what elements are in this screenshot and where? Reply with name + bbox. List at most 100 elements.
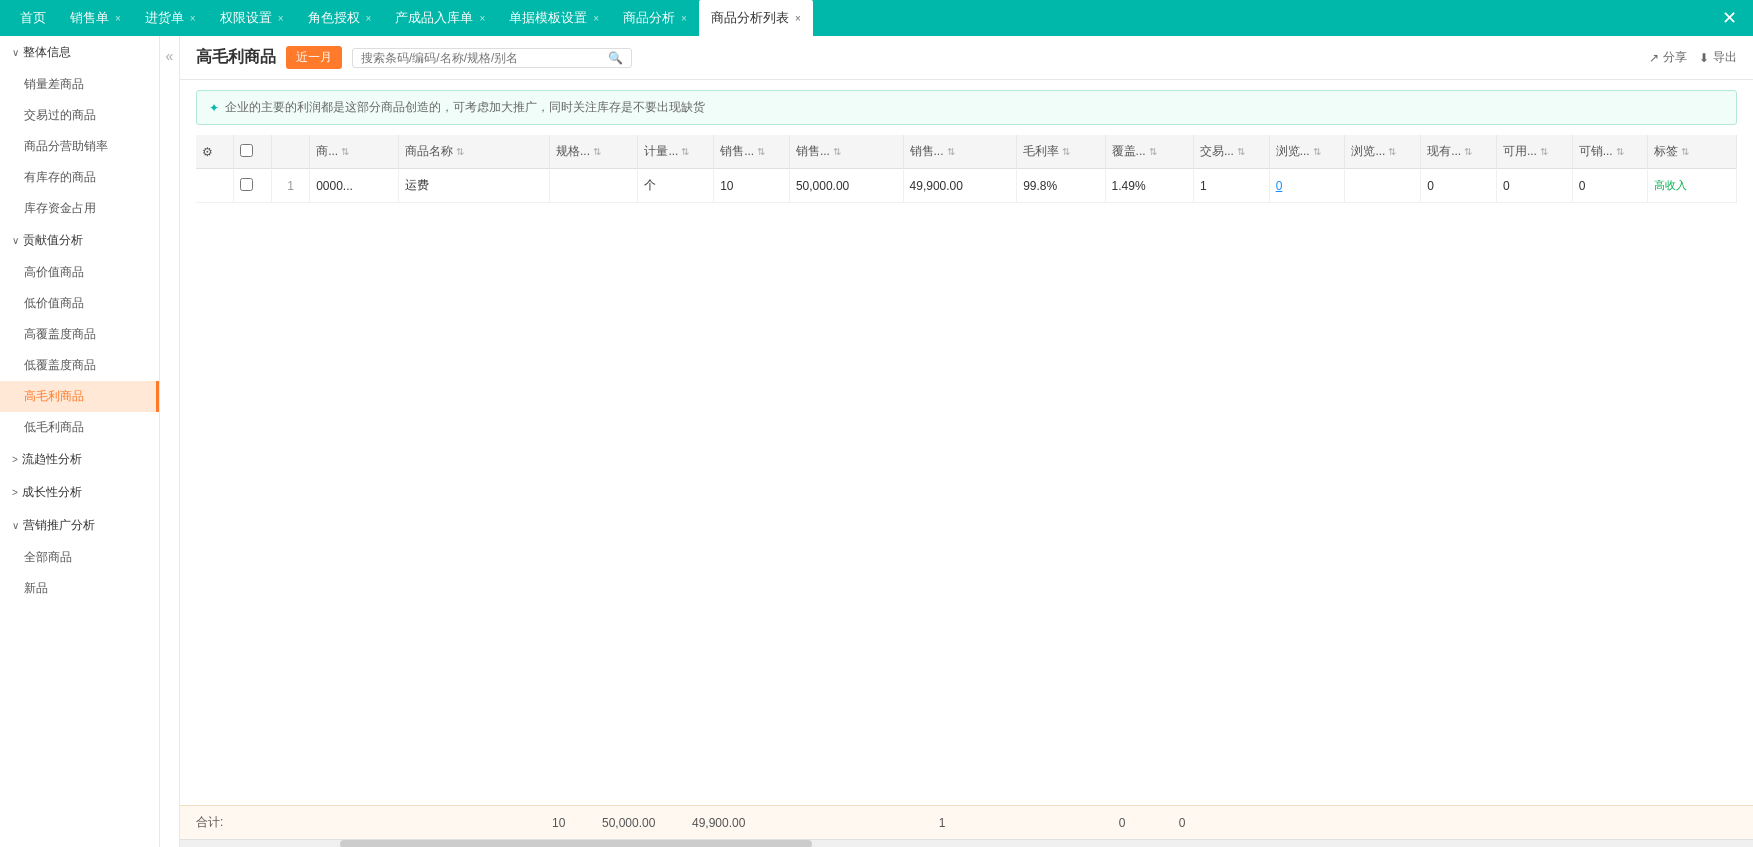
col-header-coverage: 覆盖...⇅	[1105, 135, 1193, 169]
sort-icon[interactable]: ⇅	[833, 146, 841, 157]
col-label: 销售...	[910, 143, 944, 160]
nav-close-icon[interactable]: ×	[278, 13, 284, 24]
sidebar-item-交易过的商品[interactable]: 交易过的商品	[0, 100, 159, 131]
collapse-sidebar-button[interactable]: «	[160, 36, 180, 847]
nav-close-icon[interactable]: ×	[681, 13, 687, 24]
sidebar-group-整体信息[interactable]: ∨整体信息	[0, 36, 159, 69]
chevron-icon: >	[12, 487, 18, 498]
sort-icon[interactable]: ⇅	[1388, 146, 1396, 157]
col-label: 交易...	[1200, 143, 1234, 160]
nav-close-icon[interactable]: ×	[795, 13, 801, 24]
col-label: 计量...	[644, 143, 678, 160]
data-table: ⚙商...⇅商品名称⇅规格...⇅计量...⇅销售...⇅销售...⇅销售...…	[196, 135, 1737, 203]
sidebar-item-低价值商品[interactable]: 低价值商品	[0, 288, 159, 319]
nav-item-角色授权[interactable]: 角色授权×	[296, 0, 384, 36]
sidebar-item-销量差商品[interactable]: 销量差商品	[0, 69, 159, 100]
sort-icon[interactable]: ⇅	[947, 146, 955, 157]
sidebar-group-营销推广分析[interactable]: ∨营销推广分析	[0, 509, 159, 542]
filter-period-button[interactable]: 近一月	[286, 46, 342, 69]
horizontal-scrollbar[interactable]	[180, 839, 1753, 847]
group-label: 成长性分析	[22, 484, 82, 501]
browse-link[interactable]: 0	[1276, 179, 1283, 193]
footer-totals-bar: 合计:1050,000.0049,900.00100	[180, 805, 1753, 839]
sort-icon[interactable]: ⇅	[1149, 146, 1157, 157]
nav-item-产成品入库单[interactable]: 产成品入库单×	[383, 0, 497, 36]
footer-cell-sales_qty: 10	[511, 816, 571, 830]
table-row: 10000...运费个1050,000.0049,900.0099.8%1.49…	[196, 169, 1737, 203]
nav-close-icon[interactable]: ×	[190, 13, 196, 24]
sidebar-item-商品分营助销率[interactable]: 商品分营助销率	[0, 131, 159, 162]
search-icon[interactable]: 🔍	[608, 51, 623, 65]
col-label: 商...	[316, 143, 338, 160]
sort-icon[interactable]: ⇅	[1540, 146, 1548, 157]
sort-icon[interactable]: ⇅	[681, 146, 689, 157]
select-all-checkbox[interactable]	[240, 144, 253, 157]
nav-close-icon[interactable]: ×	[479, 13, 485, 24]
sort-icon[interactable]: ⇅	[1062, 146, 1070, 157]
col-header-sales_qty: 销售...⇅	[714, 135, 790, 169]
window-close-button[interactable]: ✕	[1714, 7, 1745, 29]
cell-gross_rate: 99.8%	[1017, 169, 1105, 203]
sidebar-group-成长性分析[interactable]: > 成长性分析	[0, 476, 159, 509]
cell-sales_qty: 10	[714, 169, 790, 203]
share-button[interactable]: ↗ 分享	[1649, 49, 1687, 66]
sidebar-item-低覆盖度商品[interactable]: 低覆盖度商品	[0, 350, 159, 381]
col-label: 规格...	[556, 143, 590, 160]
search-input[interactable]	[361, 51, 608, 65]
sidebar-item-低毛利商品[interactable]: 低毛利商品	[0, 412, 159, 443]
sidebar-item-高价值商品[interactable]: 高价值商品	[0, 257, 159, 288]
sort-icon[interactable]: ⇅	[593, 146, 601, 157]
sort-icon[interactable]: ⇅	[1313, 146, 1321, 157]
col-header-browse2: 浏览...⇅	[1345, 135, 1421, 169]
nav-item-销售单[interactable]: 销售单×	[58, 0, 133, 36]
sort-icon[interactable]: ⇅	[1616, 146, 1624, 157]
row-checkbox[interactable]	[240, 178, 253, 191]
info-banner-text: 企业的主要的利润都是这部分商品创造的，可考虑加大推广，同时关注库存是不要出现缺货	[225, 99, 705, 116]
sort-icon[interactable]: ⇅	[1681, 146, 1689, 157]
col-header-browse1: 浏览...⇅	[1269, 135, 1345, 169]
chevron-icon: >	[12, 454, 18, 465]
nav-item-商品分析列表[interactable]: 商品分析列表×	[699, 0, 813, 36]
nav-item-首页[interactable]: 首页	[8, 0, 58, 36]
col-header-sales_profit: 销售...⇅	[903, 135, 1017, 169]
cell-code: 0000...	[310, 169, 398, 203]
nav-item-权限设置[interactable]: 权限设置×	[208, 0, 296, 36]
col-header-checkbox[interactable]	[234, 135, 272, 169]
sort-icon[interactable]: ⇅	[456, 146, 464, 157]
sort-icon[interactable]: ⇅	[1464, 146, 1472, 157]
chevron-icon: ∨	[12, 235, 19, 246]
scrollbar-thumb[interactable]	[340, 840, 812, 847]
col-header-settings[interactable]: ⚙	[196, 135, 234, 169]
chevron-icon: ∨	[12, 520, 19, 531]
col-label: 可销...	[1579, 143, 1613, 160]
sidebar-group-流趋性分析[interactable]: >流趋性分析	[0, 443, 159, 476]
cell-browse1: 0	[1269, 169, 1345, 203]
search-box: 🔍	[352, 48, 632, 68]
sidebar-item-高毛利商品[interactable]: 高毛利商品	[0, 381, 159, 412]
sidebar-group-贡献值分析[interactable]: ∨贡献值分析	[0, 224, 159, 257]
nav-close-icon[interactable]: ×	[593, 13, 599, 24]
sidebar-item-新品[interactable]: 新品	[0, 573, 159, 604]
col-label: 毛利率	[1023, 143, 1059, 160]
sidebar-item-有库存的商品[interactable]: 有库存的商品	[0, 162, 159, 193]
cell-unit: 个	[638, 169, 714, 203]
sort-icon[interactable]: ⇅	[757, 146, 765, 157]
sort-icon[interactable]: ⇅	[1237, 146, 1245, 157]
nav-item-单据模板设置[interactable]: 单据模板设置×	[497, 0, 611, 36]
nav-item-商品分析[interactable]: 商品分析×	[611, 0, 699, 36]
sidebar-item-高覆盖度商品[interactable]: 高覆盖度商品	[0, 319, 159, 350]
sidebar-item-全部商品[interactable]: 全部商品	[0, 542, 159, 573]
nav-close-icon[interactable]: ×	[366, 13, 372, 24]
cell-coverage: 1.49%	[1105, 169, 1193, 203]
export-button[interactable]: ⬇ 导出	[1699, 49, 1737, 66]
cell-spec	[550, 169, 638, 203]
col-label: 浏览...	[1276, 143, 1310, 160]
nav-item-进货单[interactable]: 进货单×	[133, 0, 208, 36]
cell-tag: 高收入	[1648, 169, 1737, 203]
sort-icon[interactable]: ⇅	[341, 146, 349, 157]
cell-checkbox	[234, 169, 272, 203]
cell-transactions: 1	[1193, 169, 1269, 203]
nav-close-icon[interactable]: ×	[115, 13, 121, 24]
col-header-available2: 可用...⇅	[1496, 135, 1572, 169]
sidebar-item-库存资金占用[interactable]: 库存资金占用	[0, 193, 159, 224]
